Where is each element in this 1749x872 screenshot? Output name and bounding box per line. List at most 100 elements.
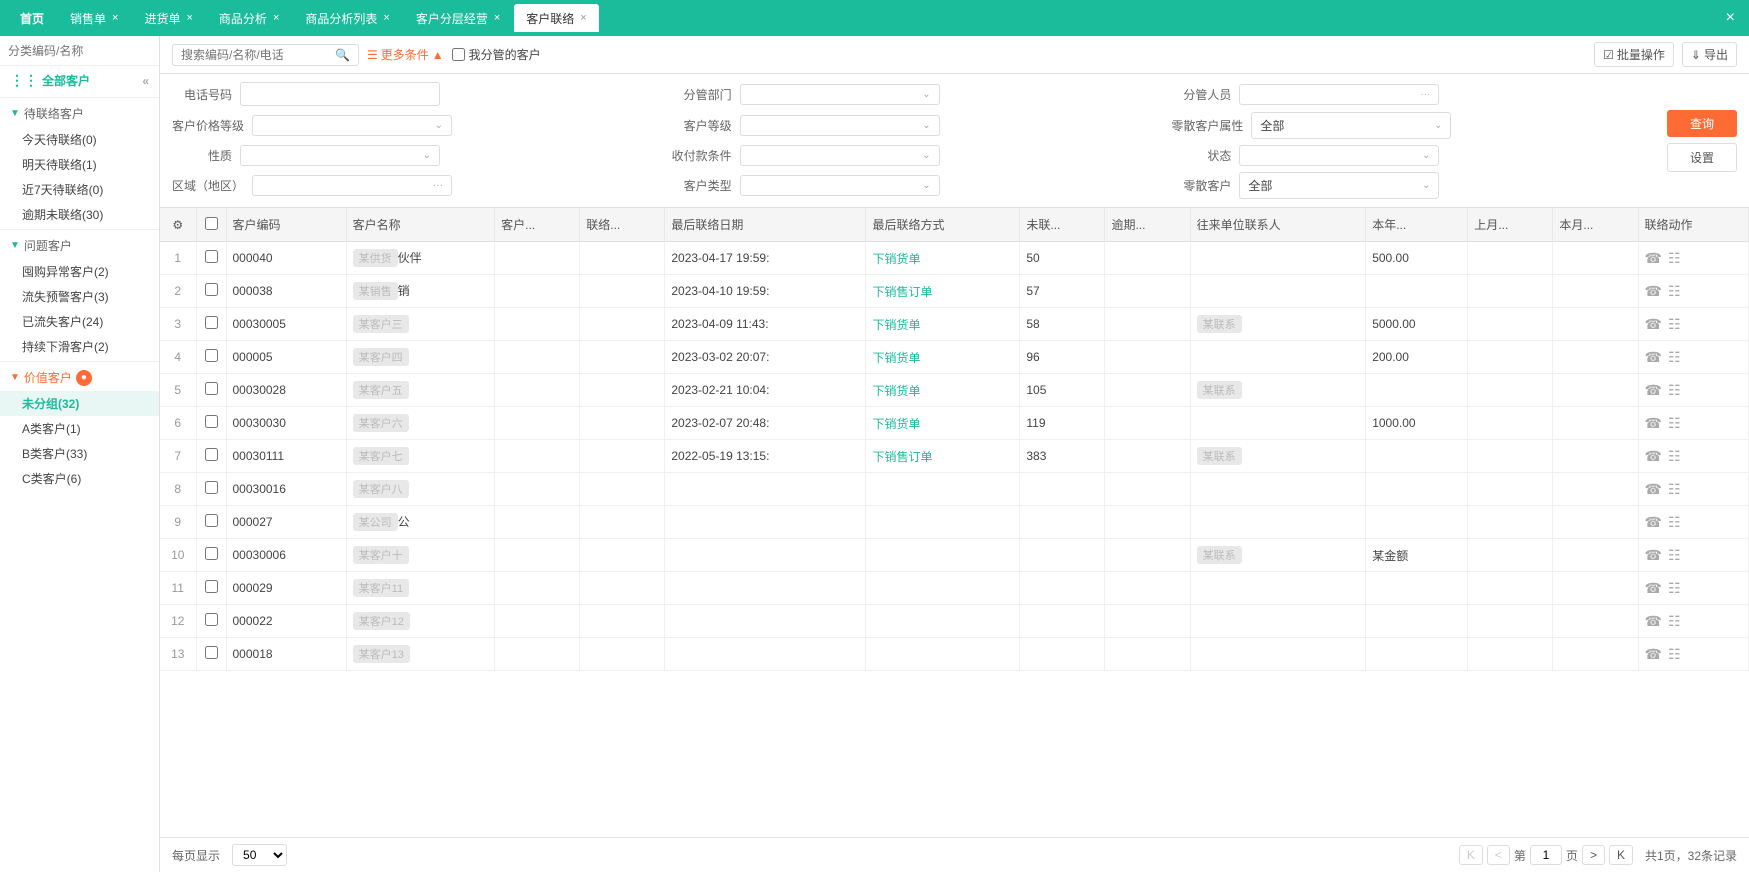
row-checkbox[interactable] [205,349,218,362]
row-checkbox[interactable] [205,613,218,626]
method-link[interactable]: 下销售订单 [872,285,932,299]
phone-action-icon[interactable]: ☎ [1645,580,1662,597]
query-button[interactable]: 查询 [1667,110,1737,137]
per-page-select[interactable]: 50 20 100 [232,844,287,866]
status-select[interactable]: ⌄ [1239,145,1439,166]
sidebar-item-tomorrow-pending[interactable]: 明天待联络(1) [0,152,159,177]
select-all-checkbox[interactable] [205,217,218,230]
more-action-icon[interactable]: ☷ [1668,547,1681,564]
row-checkbox-cell[interactable] [196,374,226,407]
more-action-icon[interactable]: ☷ [1668,481,1681,498]
sidebar-all-customers[interactable]: ⋮⋮ 全部客户 « [0,66,159,95]
row-checkbox[interactable] [205,283,218,296]
customer-level-select[interactable]: ⌄ [740,115,940,136]
method-link[interactable]: 下销货单 [872,351,920,365]
row-checkbox[interactable] [205,481,218,494]
manager-select[interactable]: ··· [1239,84,1439,105]
row-checkbox[interactable] [205,316,218,329]
method-link[interactable]: 下销货单 [872,417,920,431]
sidebar-item-class-c[interactable]: C类客户(6) [0,466,159,491]
window-close-button[interactable]: × [1720,9,1741,27]
payment-select[interactable]: ⌄ [740,145,940,166]
more-action-icon[interactable]: ☷ [1668,382,1681,399]
price-level-select[interactable]: ⌄ [252,115,452,136]
row-checkbox[interactable] [205,547,218,560]
phone-action-icon[interactable]: ☎ [1645,481,1662,498]
more-action-icon[interactable]: ☷ [1668,613,1681,630]
dept-select[interactable]: ⌄ [740,84,940,105]
export-button[interactable]: ⇓ 导出 [1682,42,1737,67]
row-checkbox[interactable] [205,514,218,527]
phone-action-icon[interactable]: ☎ [1645,250,1662,267]
row-checkbox-cell[interactable] [196,605,226,638]
sidebar-item-churn-warning[interactable]: 流失预警客户(3) [0,284,159,309]
phone-action-icon[interactable]: ☎ [1645,613,1662,630]
row-checkbox-cell[interactable] [196,473,226,506]
col-setting[interactable]: ⚙ [160,208,196,242]
phone-action-icon[interactable]: ☎ [1645,514,1662,531]
sidebar-item-abnormal[interactable]: 囤购异常客户(2) [0,259,159,284]
more-action-icon[interactable]: ☷ [1668,250,1681,267]
row-checkbox-cell[interactable] [196,308,226,341]
main-search-input[interactable] [181,48,331,62]
more-action-icon[interactable]: ☷ [1668,349,1681,366]
phone-action-icon[interactable]: ☎ [1645,646,1662,663]
close-customer-contact-icon[interactable]: × [580,13,586,24]
method-link[interactable]: 下销货单 [872,318,920,332]
phone-action-icon[interactable]: ☎ [1645,547,1662,564]
sidebar-item-declining[interactable]: 持续下滑客户(2) [0,334,159,359]
more-action-icon[interactable]: ☷ [1668,316,1681,333]
phone-action-icon[interactable]: ☎ [1645,316,1662,333]
row-checkbox-cell[interactable] [196,341,226,374]
sidebar-item-today-pending[interactable]: 今天待联络(0) [0,127,159,152]
phone-action-icon[interactable]: ☎ [1645,382,1662,399]
phone-action-icon[interactable]: ☎ [1645,283,1662,300]
tab-customer-contact[interactable]: 客户联络 × [514,4,598,32]
sidebar-item-churned[interactable]: 已流失客户(24) [0,309,159,334]
col-checkbox[interactable] [196,208,226,242]
tab-customer-segment[interactable]: 客户分层经营 × [404,4,512,32]
nature-select[interactable]: ⌄ [240,145,440,166]
close-goods-analysis-list-icon[interactable]: × [383,13,389,24]
prev-page-button[interactable]: < [1487,845,1510,865]
row-checkbox[interactable] [205,580,218,593]
row-checkbox-cell[interactable] [196,638,226,671]
first-page-button[interactable]: K [1459,845,1483,865]
my-customers-checkbox[interactable] [452,48,465,61]
close-goods-analysis-icon[interactable]: × [273,13,279,24]
last-page-button[interactable]: K [1609,845,1633,865]
more-action-icon[interactable]: ☷ [1668,514,1681,531]
sidebar-item-overdue-contact[interactable]: 逾期未联络(30) [0,202,159,227]
row-checkbox[interactable] [205,250,218,263]
phone-action-icon[interactable]: ☎ [1645,415,1662,432]
retail-attr-select[interactable]: 全部 ⌄ [1251,112,1451,139]
my-customers-checkbox-area[interactable]: 我分管的客户 [452,46,541,63]
main-search-icon[interactable]: 🔍 [335,48,350,62]
method-link[interactable]: 下销货单 [872,252,920,266]
more-action-icon[interactable]: ☷ [1668,448,1681,465]
sidebar-item-ungroped[interactable]: 未分组(32) [0,391,159,416]
customer-type-select[interactable]: ⌄ [740,175,940,196]
row-checkbox-cell[interactable] [196,407,226,440]
more-action-icon[interactable]: ☷ [1668,580,1681,597]
phone-action-icon[interactable]: ☎ [1645,448,1662,465]
sidebar-group-problem[interactable]: ▼ 问题客户 [0,232,159,259]
row-checkbox-cell[interactable] [196,506,226,539]
page-input[interactable] [1530,845,1562,865]
next-page-button[interactable]: > [1582,845,1605,865]
row-checkbox-cell[interactable] [196,539,226,572]
row-checkbox-cell[interactable] [196,275,226,308]
sidebar-search-input[interactable] [8,44,160,58]
phone-input[interactable] [240,82,440,106]
phone-action-icon[interactable]: ☎ [1645,349,1662,366]
row-checkbox[interactable] [205,415,218,428]
sidebar-item-7days-pending[interactable]: 近7天待联络(0) [0,177,159,202]
sidebar-item-class-a[interactable]: A类客户(1) [0,416,159,441]
tab-home[interactable]: 首页 [8,4,56,32]
tab-goods-analysis[interactable]: 商品分析 × [207,4,291,32]
retail-customer-select[interactable]: 全部 ⌄ [1239,172,1439,199]
row-checkbox[interactable] [205,448,218,461]
batch-operation-button[interactable]: ☑ 批量操作 [1594,42,1674,67]
row-checkbox[interactable] [205,382,218,395]
tab-purchase[interactable]: 进货单 × [132,4,204,32]
